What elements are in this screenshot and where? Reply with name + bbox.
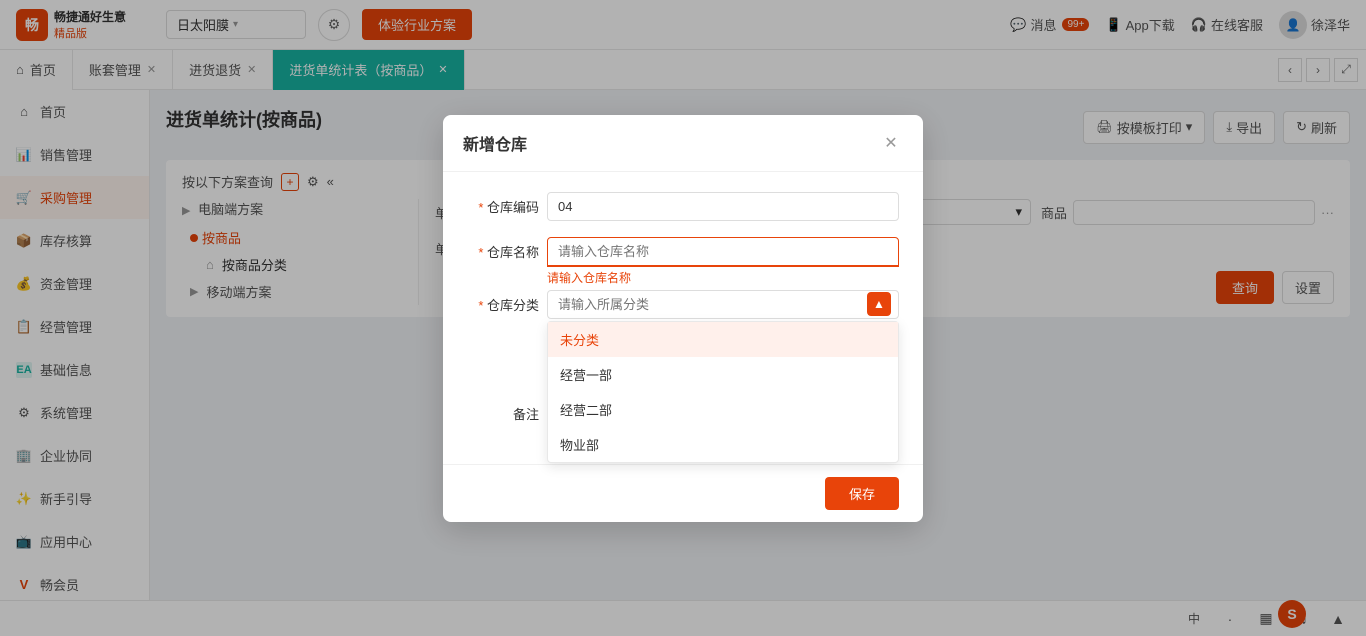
dropdown-item-dept3[interactable]: 物业部 <box>548 427 898 462</box>
add-warehouse-modal: 新增仓库 ✕ 仓库编码 仓库名称 请输入仓库名称 仓库分类 <box>443 115 923 522</box>
category-dropdown: 未分类 经营一部 经营二部 物业部 <box>547 321 899 463</box>
dropdown-label-unclassified: 未分类 <box>560 333 599 348</box>
modal-body: 仓库编码 仓库名称 请输入仓库名称 仓库分类 ▲ <box>443 172 923 464</box>
dropdown-label-dept3: 物业部 <box>560 438 599 453</box>
modal-footer: 保存 <box>443 464 923 522</box>
category-arrow-icon[interactable]: ▲ <box>867 292 891 316</box>
category-input-wrap: ▲ 未分类 经营一部 经营二部 物业部 <box>547 290 899 319</box>
dropdown-label-dept1: 经营一部 <box>560 368 612 383</box>
name-label: 仓库名称 <box>467 242 547 261</box>
category-input[interactable] <box>547 290 899 319</box>
note-label: 备注 <box>467 404 547 423</box>
code-input[interactable] <box>547 192 899 221</box>
dropdown-item-dept2[interactable]: 经营二部 <box>548 392 898 427</box>
form-row-category: 仓库分类 ▲ 未分类 经营一部 经营二部 <box>467 290 899 319</box>
modal-close-button[interactable]: ✕ <box>879 131 903 155</box>
dropdown-item-unclassified[interactable]: 未分类 <box>548 322 898 357</box>
modal-header: 新增仓库 ✕ <box>443 115 923 172</box>
name-input[interactable] <box>547 237 899 267</box>
name-error-msg: 请输入仓库名称 <box>547 269 899 286</box>
dropdown-item-dept1[interactable]: 经营一部 <box>548 357 898 392</box>
form-row-code: 仓库编码 <box>467 192 899 221</box>
modal-title: 新增仓库 <box>463 131 527 155</box>
modal-overlay: 新增仓库 ✕ 仓库编码 仓库名称 请输入仓库名称 仓库分类 <box>0 0 1366 636</box>
form-row-name: 仓库名称 请输入仓库名称 <box>467 237 899 286</box>
category-label: 仓库分类 <box>467 295 547 314</box>
dropdown-label-dept2: 经营二部 <box>560 403 612 418</box>
code-label: 仓库编码 <box>467 197 547 216</box>
save-button[interactable]: 保存 <box>825 477 899 510</box>
